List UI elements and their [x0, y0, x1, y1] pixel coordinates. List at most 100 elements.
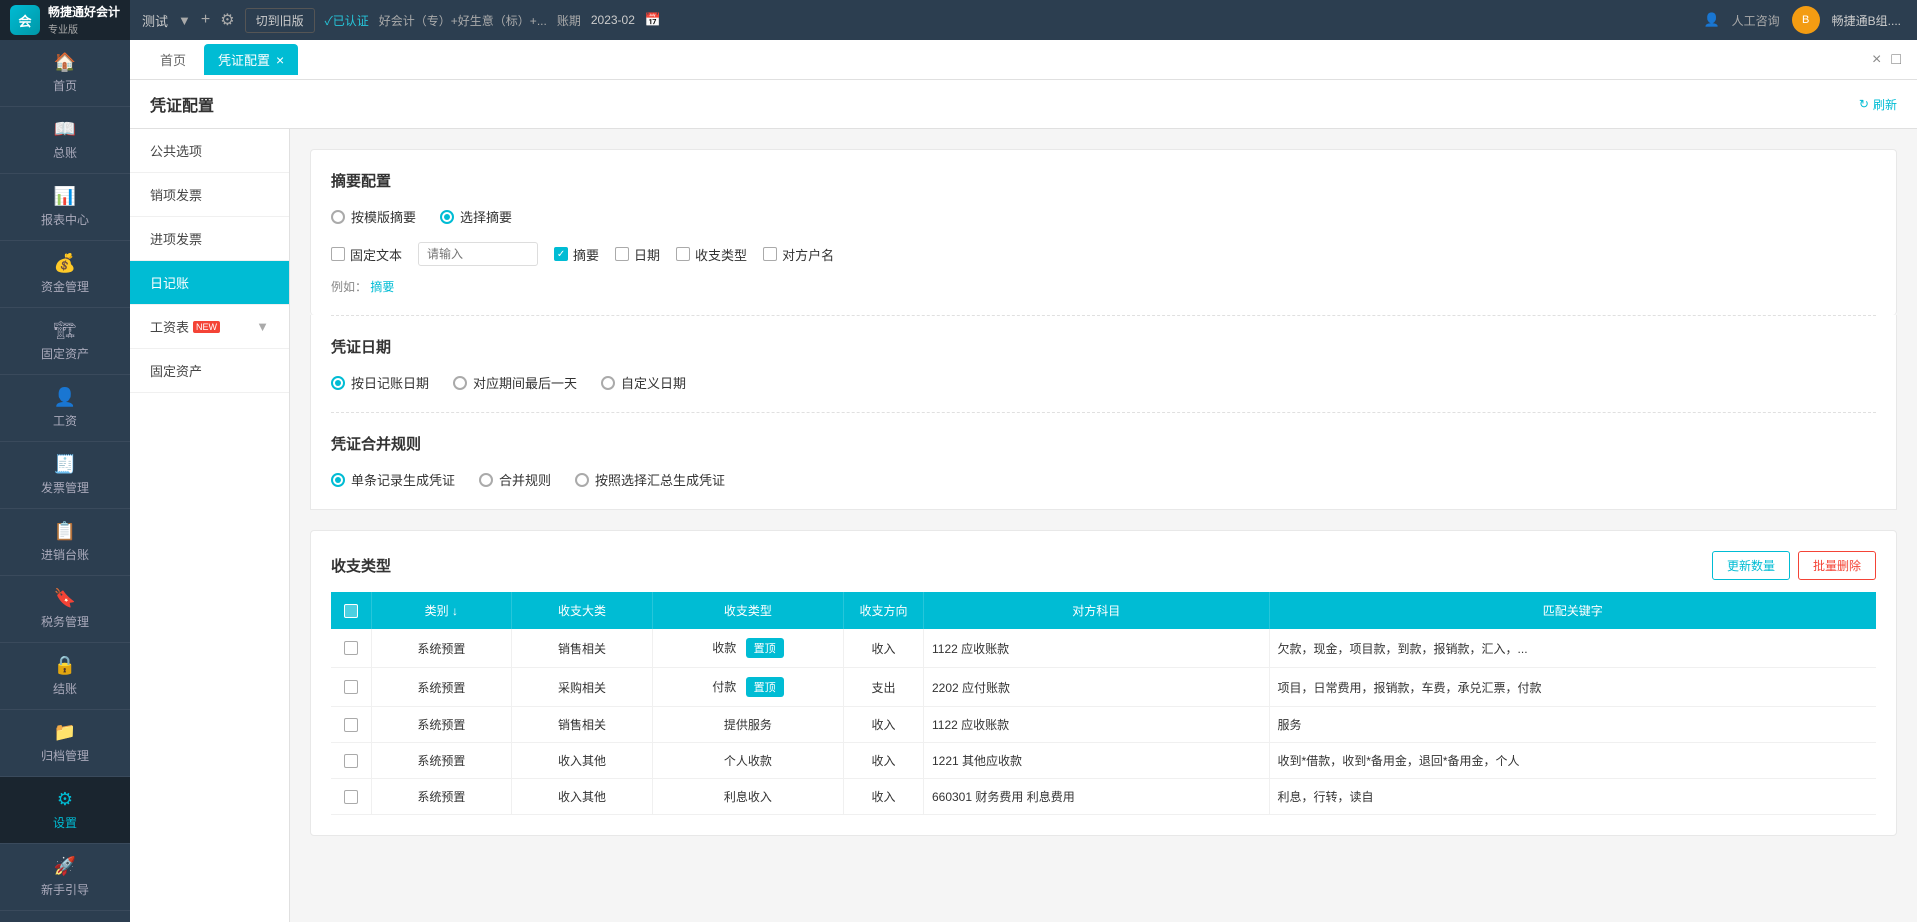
th-keywords: 匹配关键字 — [1269, 592, 1876, 629]
left-nav-item-public[interactable]: 公共选项 — [130, 129, 289, 173]
checkbox-counterparty[interactable]: 对方户名 — [763, 245, 834, 264]
table-row: 系统预置 采购相关 付款 置顶 支出 2202 应付账款 项目，日常费用，报销款… — [331, 668, 1876, 707]
settings-icon: ⚙ — [57, 789, 73, 810]
row1-keywords: 欠款，现金，项目款，到款，报销款，汇入，... — [1269, 629, 1876, 668]
tab-voucher[interactable]: 凭证配置 × — [204, 44, 298, 75]
sidebar-item-invoice[interactable]: 🧾 发票管理 — [0, 442, 130, 509]
row1-account: 1122 应收账款 — [923, 629, 1269, 668]
th-main-type: 收支大类 — [512, 592, 653, 629]
checkbox-box-fixed — [331, 247, 345, 261]
left-nav-item-purchase-invoice[interactable]: 进项发票 — [130, 217, 289, 261]
table-row: 系统预置 收入其他 个人收款 收入 1221 其他应收款 收到*借款，收到*备用… — [331, 743, 1876, 779]
logo-icon: 会 — [10, 5, 40, 35]
dropdown-icon[interactable]: ▼ — [178, 13, 191, 28]
help-label[interactable]: 人工咨询 — [1732, 12, 1780, 29]
radio-merge[interactable]: 合并规则 — [479, 470, 551, 489]
fixed-text-input[interactable] — [418, 242, 538, 266]
checkbox-income-type[interactable]: 收支类型 — [676, 245, 747, 264]
sidebar-item-archive[interactable]: 📁 归档管理 — [0, 710, 130, 777]
sidebar-item-member[interactable]: ⭐ 畅会员 — [0, 911, 130, 922]
tab-close-window-icon[interactable]: × — [1872, 51, 1881, 69]
sidebar-item-tax[interactable]: 🔖 税务管理 — [0, 576, 130, 643]
sidebar-item-settings[interactable]: ⚙ 设置 — [0, 777, 130, 844]
radio-dot-select — [440, 210, 454, 224]
sidebar-item-guide[interactable]: 🚀 新手引导 — [0, 844, 130, 911]
left-nav-item-sales-invoice[interactable]: 销项发票 — [130, 173, 289, 217]
batch-delete-btn[interactable]: 批量删除 — [1798, 551, 1876, 580]
sidebar-item-home[interactable]: 🏠 首页 — [0, 40, 130, 107]
tab-home[interactable]: 首页 — [146, 42, 200, 77]
row3-account: 1122 应收账款 — [923, 707, 1269, 743]
expand-icon: ▼ — [256, 319, 269, 334]
row1-sub-type: 收款 置顶 — [652, 629, 843, 668]
checkbox-summary[interactable]: ✓ 摘要 — [554, 245, 599, 264]
radio-template[interactable]: 按模版摘要 — [331, 207, 416, 226]
row4-category: 系统预置 — [371, 743, 512, 779]
merge-rules-title: 凭证合并规则 — [331, 433, 1876, 454]
refresh-btn[interactable]: ↻ 刷新 — [1859, 96, 1897, 113]
row1-checkbox[interactable] — [331, 629, 371, 668]
radio-period-last[interactable]: 对应期间最后一天 — [453, 373, 577, 392]
refresh-icon: ↻ — [1859, 97, 1869, 111]
sidebar-item-close[interactable]: 🔒 结账 — [0, 643, 130, 710]
radio-summary-gen[interactable]: 按照选择汇总生成凭证 — [575, 470, 725, 489]
example-value: 摘要 — [370, 280, 394, 294]
date-radio-group: 按日记账日期 对应期间最后一天 自定义日期 — [331, 373, 1876, 392]
tab-controls: × □ — [1872, 51, 1901, 69]
switch-version-btn[interactable]: 切到旧版 — [245, 8, 315, 33]
select-all-checkbox[interactable] — [344, 604, 358, 618]
row1-category: 系统预置 — [371, 629, 512, 668]
checkbox-box-date — [615, 247, 629, 261]
logo-sub: 专业版 — [48, 21, 120, 36]
certified-badge: ✓已认证 — [325, 12, 369, 29]
table-action-btns: 更新数量 批量删除 — [1712, 551, 1876, 580]
income-expense-header-row: 收支类型 更新数量 批量删除 — [331, 551, 1876, 580]
radio-journal-date[interactable]: 按日记账日期 — [331, 373, 429, 392]
sidebar-item-ledger[interactable]: 📖 总账 — [0, 107, 130, 174]
summary-config-section: 摘要配置 按模版摘要 选择摘要 — [310, 149, 1897, 315]
row2-reset-btn[interactable]: 置顶 — [746, 677, 784, 697]
calendar-icon[interactable]: 📅 — [645, 12, 661, 28]
left-nav-item-journal[interactable]: 日记账 — [130, 261, 289, 305]
left-nav-item-fixed-assets[interactable]: 固定资产 — [130, 349, 289, 393]
row5-checkbox[interactable] — [331, 779, 371, 815]
sidebar-item-reports[interactable]: 📊 报表中心 — [0, 174, 130, 241]
row4-account: 1221 其他应收款 — [923, 743, 1269, 779]
checkbox-fixed-text[interactable]: 固定文本 — [331, 245, 402, 264]
checkbox-row: 固定文本 ✓ 摘要 日期 收支类型 — [331, 242, 1876, 266]
th-account: 对方科目 — [923, 592, 1269, 629]
row1-direction: 收入 — [843, 629, 923, 668]
table-row: 系统预置 销售相关 收款 置顶 收入 1122 应收账款 欠款，现金，项目款，到… — [331, 629, 1876, 668]
radio-single[interactable]: 单条记录生成凭证 — [331, 470, 455, 489]
row4-checkbox[interactable] — [331, 743, 371, 779]
tab-maximize-icon[interactable]: □ — [1891, 51, 1901, 69]
settings-topbar-icon[interactable]: ⚙ — [220, 10, 234, 30]
left-nav-item-payroll-table[interactable]: 工资表 NEW ▼ — [130, 305, 289, 349]
th-checkbox — [331, 592, 371, 629]
tab-close-icon[interactable]: × — [276, 52, 284, 68]
row1-reset-btn[interactable]: 置顶 — [746, 638, 784, 658]
sidebar-item-assets[interactable]: 🏗 固定资产 — [0, 308, 130, 375]
user-name[interactable]: 畅捷通B组.... — [1832, 12, 1901, 29]
sidebar-item-payroll[interactable]: 👤 工资 — [0, 375, 130, 442]
row3-checkbox[interactable] — [331, 707, 371, 743]
row2-keywords: 项目，日常费用，报销款，车费，承兑汇票，付款 — [1269, 668, 1876, 707]
sidebar-item-funds[interactable]: 💰 资金管理 — [0, 241, 130, 308]
update-btn[interactable]: 更新数量 — [1712, 551, 1790, 580]
page-header: 凭证配置 ↻ 刷新 — [130, 80, 1917, 129]
row3-sub-type: 提供服务 — [652, 707, 843, 743]
row2-checkbox[interactable] — [331, 668, 371, 707]
new-badge: NEW — [193, 321, 220, 333]
radio-custom-date[interactable]: 自定义日期 — [601, 373, 686, 392]
checkbox-date[interactable]: 日期 — [615, 245, 660, 264]
row5-category: 系统预置 — [371, 779, 512, 815]
sidebar-item-sales[interactable]: 📋 进销台账 — [0, 509, 130, 576]
radio-select[interactable]: 选择摘要 — [440, 207, 512, 226]
payroll-icon: 👤 — [54, 387, 76, 408]
row3-main-type: 销售相关 — [512, 707, 653, 743]
add-btn[interactable]: + — [201, 11, 210, 29]
company-name[interactable]: 测试 — [142, 11, 168, 30]
summary-radio-group: 按模版摘要 选择摘要 — [331, 207, 1876, 226]
tax-icon: 🔖 — [54, 588, 76, 609]
period-value[interactable]: 2023-02 — [591, 13, 635, 27]
